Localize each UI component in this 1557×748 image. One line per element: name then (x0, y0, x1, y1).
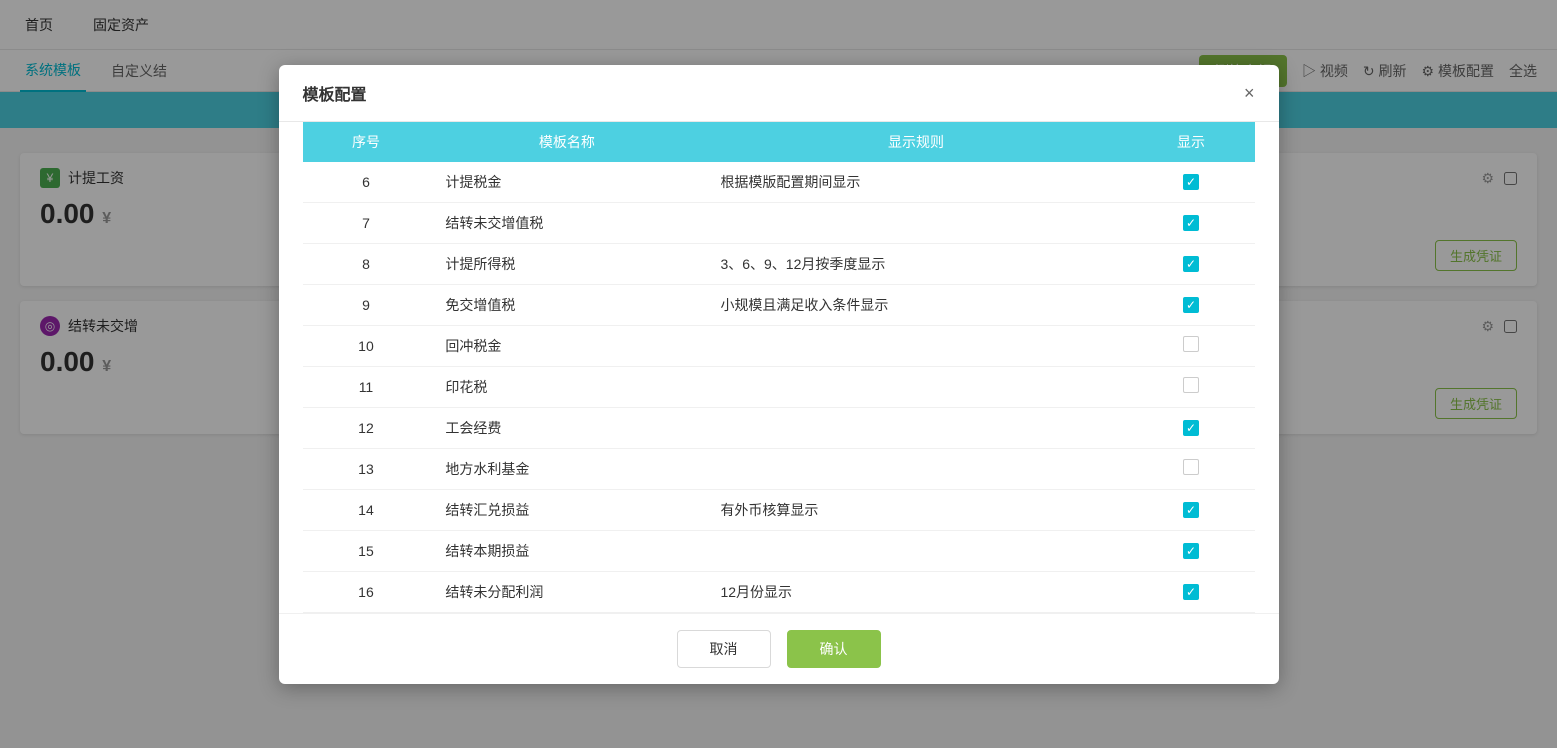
checkbox-unchecked[interactable] (1183, 377, 1199, 393)
cell-checkbox[interactable] (1128, 571, 1255, 612)
cell-name: 结转汇兑损益 (429, 489, 704, 530)
cell-checkbox[interactable] (1128, 448, 1255, 489)
table-row: 16结转未分配利润12月份显示 (303, 571, 1255, 612)
table-row: 6计提税金根据模版配置期间显示 (303, 162, 1255, 203)
cell-index: 14 (303, 489, 430, 530)
cell-checkbox[interactable] (1128, 489, 1255, 530)
table-row: 13地方水利基金 (303, 448, 1255, 489)
cell-index: 7 (303, 202, 430, 243)
modal-footer: 取消 确认 (279, 613, 1279, 684)
table-row: 9免交增值税小规模且满足收入条件显示 (303, 284, 1255, 325)
col-name: 模板名称 (429, 122, 704, 162)
table-row: 15结转本期损益 (303, 530, 1255, 571)
checkmark-icon (1186, 176, 1196, 188)
cell-rule: 12月份显示 (704, 571, 1127, 612)
cell-checkbox[interactable] (1128, 243, 1255, 284)
table-row: 7结转未交增值税 (303, 202, 1255, 243)
table-scroll-wrapper[interactable]: 序号 模板名称 显示规则 显示 6计提税金根据模版配置期间显示7结转未交增值税8… (303, 122, 1255, 613)
table-row: 14结转汇兑损益有外币核算显示 (303, 489, 1255, 530)
checkbox-unchecked[interactable] (1183, 459, 1199, 475)
cell-rule: 3、6、9、12月按季度显示 (704, 243, 1127, 284)
modal-title: 模板配置 (303, 81, 367, 105)
cell-rule: 根据模版配置期间显示 (704, 162, 1127, 203)
modal-body: 序号 模板名称 显示规则 显示 6计提税金根据模版配置期间显示7结转未交增值税8… (279, 122, 1279, 613)
cell-checkbox[interactable] (1128, 366, 1255, 407)
col-index: 序号 (303, 122, 430, 162)
checkbox-checked[interactable] (1183, 256, 1199, 272)
checkbox-checked[interactable] (1183, 543, 1199, 559)
checkbox-checked[interactable] (1183, 502, 1199, 518)
modal-header: 模板配置 × (279, 65, 1279, 122)
cell-name: 结转未分配利润 (429, 571, 704, 612)
cell-checkbox[interactable] (1128, 284, 1255, 325)
modal-overlay: 模板配置 × 序号 模板名称 显示规则 显示 6计提税金根据模版配置期间显 (0, 0, 1557, 748)
cell-name: 结转本期损益 (429, 530, 704, 571)
table-row: 8计提所得税3、6、9、12月按季度显示 (303, 243, 1255, 284)
cell-name: 计提所得税 (429, 243, 704, 284)
cell-rule: 小规模且满足收入条件显示 (704, 284, 1127, 325)
cell-rule (704, 325, 1127, 366)
confirm-button[interactable]: 确认 (787, 630, 881, 668)
cell-index: 15 (303, 530, 430, 571)
cell-index: 6 (303, 162, 430, 203)
checkbox-unchecked[interactable] (1183, 336, 1199, 352)
table-row: 10回冲税金 (303, 325, 1255, 366)
cell-name: 免交增值税 (429, 284, 704, 325)
checkmark-icon (1186, 217, 1196, 229)
config-table: 序号 模板名称 显示规则 显示 6计提税金根据模版配置期间显示7结转未交增值税8… (303, 122, 1255, 613)
table-body: 6计提税金根据模版配置期间显示7结转未交增值税8计提所得税3、6、9、12月按季… (303, 162, 1255, 613)
checkmark-icon (1186, 258, 1196, 270)
cell-index: 10 (303, 325, 430, 366)
cell-name: 结转未交增值税 (429, 202, 704, 243)
cell-name: 计提税金 (429, 162, 704, 203)
checkbox-checked[interactable] (1183, 420, 1199, 436)
checkmark-icon (1186, 299, 1196, 311)
checkmark-icon (1186, 422, 1196, 434)
cell-rule (704, 202, 1127, 243)
cell-rule (704, 407, 1127, 448)
cell-name: 回冲税金 (429, 325, 704, 366)
modal-template-config: 模板配置 × 序号 模板名称 显示规则 显示 6计提税金根据模版配置期间显 (279, 65, 1279, 684)
cell-checkbox[interactable] (1128, 407, 1255, 448)
checkbox-checked[interactable] (1183, 584, 1199, 600)
cell-name: 工会经费 (429, 407, 704, 448)
cell-index: 12 (303, 407, 430, 448)
checkmark-icon (1186, 586, 1196, 598)
cell-rule (704, 366, 1127, 407)
checkbox-checked[interactable] (1183, 174, 1199, 190)
cell-checkbox[interactable] (1128, 202, 1255, 243)
col-display: 显示 (1128, 122, 1255, 162)
cell-rule: 有外币核算显示 (704, 489, 1127, 530)
cell-checkbox[interactable] (1128, 162, 1255, 203)
col-rule: 显示规则 (704, 122, 1127, 162)
checkmark-icon (1186, 504, 1196, 516)
cell-checkbox[interactable] (1128, 530, 1255, 571)
table-head: 序号 模板名称 显示规则 显示 (303, 122, 1255, 162)
modal-close-button[interactable]: × (1244, 84, 1255, 102)
cell-index: 16 (303, 571, 430, 612)
checkbox-checked[interactable] (1183, 215, 1199, 231)
cell-index: 9 (303, 284, 430, 325)
cell-rule (704, 448, 1127, 489)
checkbox-checked[interactable] (1183, 297, 1199, 313)
checkmark-icon (1186, 545, 1196, 557)
cell-index: 8 (303, 243, 430, 284)
table-row: 12工会经费 (303, 407, 1255, 448)
cell-rule (704, 530, 1127, 571)
cell-name: 地方水利基金 (429, 448, 704, 489)
cell-checkbox[interactable] (1128, 325, 1255, 366)
cell-index: 13 (303, 448, 430, 489)
cancel-button[interactable]: 取消 (677, 630, 771, 668)
table-row: 11印花税 (303, 366, 1255, 407)
cell-index: 11 (303, 366, 430, 407)
cell-name: 印花税 (429, 366, 704, 407)
